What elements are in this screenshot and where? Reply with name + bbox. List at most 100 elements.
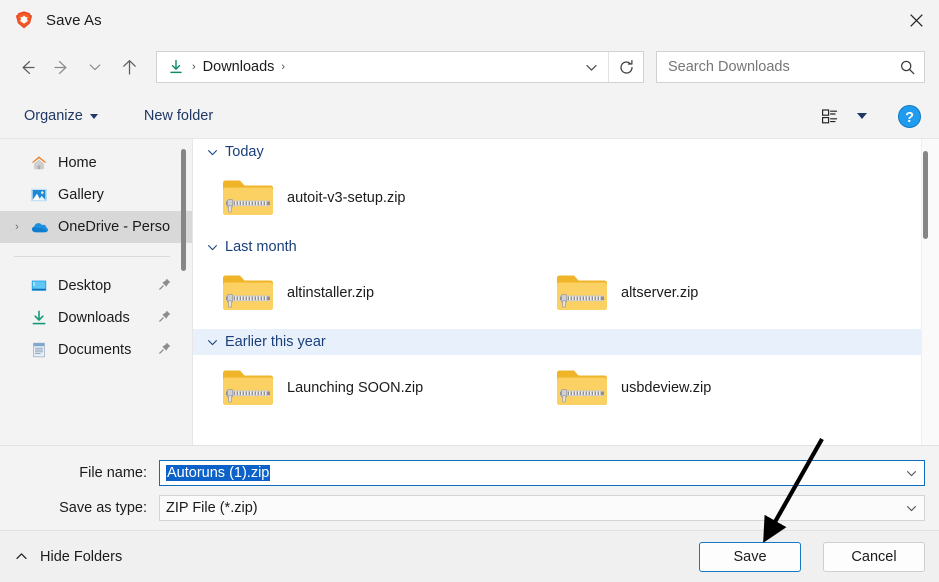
window-title: Save As — [46, 12, 102, 29]
chevron-right-icon[interactable]: › — [6, 221, 28, 233]
new-folder-label: New folder — [144, 108, 213, 124]
save-as-type-value: ZIP File (*.zip) — [160, 500, 898, 516]
navigation-pane: Home Gallery › — [0, 139, 192, 445]
pin-icon[interactable] — [158, 277, 172, 295]
group-title: Today — [225, 144, 264, 160]
command-bar: Organize New folder ? — [0, 94, 939, 138]
group-title: Last month — [225, 239, 297, 255]
view-layout-icon[interactable] — [813, 101, 847, 131]
file-name: altserver.zip — [621, 285, 698, 301]
desktop-icon — [28, 276, 50, 296]
group-title: Earlier this year — [225, 334, 326, 350]
file-group-header-last-month[interactable]: Last month — [193, 234, 939, 260]
breadcrumb-separator-trailing: › — [274, 61, 292, 73]
sidebar-scrollbar[interactable] — [181, 149, 186, 271]
file-group-header-today[interactable]: Today — [193, 139, 939, 165]
pin-icon[interactable] — [158, 341, 172, 359]
chevron-up-icon — [14, 549, 29, 564]
arrow-left-icon[interactable] — [10, 50, 44, 84]
title-bar: Save As — [0, 0, 939, 40]
sidebar-item-label: Home — [58, 155, 97, 171]
file-row: Launching SOON.zip — [193, 355, 939, 424]
organize-button[interactable]: Organize — [18, 104, 104, 128]
sidebar-item-label: OneDrive - Perso — [58, 219, 170, 235]
save-as-type-label: Save as type: — [14, 500, 159, 516]
dialog-footer: Hide Folders Save Cancel — [0, 530, 939, 582]
home-icon — [28, 153, 50, 173]
zip-folder-icon — [553, 267, 611, 319]
chevron-down-icon[interactable] — [898, 467, 924, 480]
file-name: altinstaller.zip — [287, 285, 374, 301]
file-name: Launching SOON.zip — [287, 380, 423, 396]
list-item[interactable]: autoit-v3-setup.zip — [193, 172, 527, 224]
cancel-button[interactable]: Cancel — [823, 542, 925, 572]
file-name: usbdeview.zip — [621, 380, 711, 396]
file-name-input[interactable]: Autoruns (1).zip — [159, 460, 925, 486]
downloads-icon — [167, 58, 185, 76]
gallery-icon — [28, 185, 50, 205]
hide-folders-label: Hide Folders — [40, 549, 122, 565]
sidebar-item-label: Gallery — [58, 187, 104, 203]
sidebar-item-home[interactable]: Home — [0, 147, 192, 179]
save-form: File name: Autoruns (1).zip Save as type… — [0, 445, 939, 530]
save-as-type-row: Save as type: ZIP File (*.zip) — [14, 495, 925, 521]
search-input[interactable]: Search Downloads — [668, 59, 890, 75]
svg-text:?: ? — [905, 110, 914, 126]
pin-icon[interactable] — [158, 309, 172, 327]
file-row: autoit-v3-setup.zip — [193, 165, 939, 234]
address-dropdown-chevron-down-icon[interactable] — [574, 52, 608, 82]
sidebar-item-onedrive[interactable]: › OneDrive - Perso — [0, 211, 192, 243]
breadcrumb-item-downloads[interactable]: Downloads — [203, 59, 275, 75]
breadcrumb-separator: › — [185, 61, 203, 73]
file-name: autoit-v3-setup.zip — [287, 190, 405, 206]
file-name-value-wrap[interactable]: Autoruns (1).zip — [160, 465, 898, 481]
chevron-down-icon[interactable] — [204, 241, 220, 254]
hide-folders-button[interactable]: Hide Folders — [14, 549, 122, 565]
chevron-down-icon — [90, 114, 98, 119]
sidebar-divider — [14, 256, 170, 257]
toolbar-right-group: ? — [813, 98, 927, 134]
save-as-type-select[interactable]: ZIP File (*.zip) — [159, 495, 925, 521]
zip-folder-icon — [553, 362, 611, 414]
navigation-bar: › Downloads › Search Downloads — [0, 40, 939, 94]
sidebar-item-label: Desktop — [58, 278, 111, 294]
new-folder-button[interactable]: New folder — [138, 104, 219, 128]
refresh-icon[interactable] — [608, 52, 643, 82]
zip-folder-icon — [219, 172, 277, 224]
arrow-up-icon[interactable] — [112, 50, 146, 84]
list-item[interactable]: altinstaller.zip — [193, 267, 527, 319]
dialog-content: Home Gallery › — [0, 138, 939, 445]
help-circle-icon[interactable]: ? — [891, 98, 927, 134]
brave-shield-icon — [14, 10, 34, 30]
file-list-scrollbar[interactable] — [923, 151, 928, 239]
sidebar-item-desktop[interactable]: Desktop — [0, 270, 192, 302]
list-item[interactable]: altserver.zip — [527, 267, 861, 319]
chevron-down-icon[interactable] — [204, 146, 220, 159]
footer-buttons: Save Cancel — [699, 542, 925, 572]
search-icon[interactable] — [890, 59, 924, 76]
sidebar-item-gallery[interactable]: Gallery — [0, 179, 192, 211]
file-row: altinstaller.zip — [193, 260, 939, 329]
sidebar-item-label: Downloads — [58, 310, 130, 326]
chevron-down-icon[interactable] — [204, 336, 220, 349]
search-box[interactable]: Search Downloads — [656, 51, 925, 83]
file-list: Today — [192, 139, 939, 445]
address-bar[interactable]: › Downloads › — [156, 51, 644, 83]
view-dropdown-chevron-down-icon[interactable] — [849, 101, 875, 131]
save-button[interactable]: Save — [699, 542, 801, 572]
chevron-down-icon[interactable] — [78, 50, 112, 84]
chevron-down-icon[interactable] — [898, 502, 924, 515]
sidebar-item-documents[interactable]: Documents — [0, 334, 192, 366]
close-icon[interactable] — [893, 0, 939, 40]
file-name-row: File name: Autoruns (1).zip — [14, 460, 925, 486]
file-name-label: File name: — [14, 465, 159, 481]
list-item[interactable]: usbdeview.zip — [527, 362, 861, 414]
file-group-header-earlier-this-year[interactable]: Earlier this year — [193, 329, 939, 355]
sidebar-item-downloads[interactable]: Downloads — [0, 302, 192, 334]
zip-folder-icon — [219, 362, 277, 414]
arrow-right-icon[interactable] — [44, 50, 78, 84]
onedrive-icon — [28, 217, 50, 237]
file-name-value[interactable]: Autoruns (1).zip — [166, 465, 270, 481]
zip-folder-icon — [219, 267, 277, 319]
list-item[interactable]: Launching SOON.zip — [193, 362, 527, 414]
